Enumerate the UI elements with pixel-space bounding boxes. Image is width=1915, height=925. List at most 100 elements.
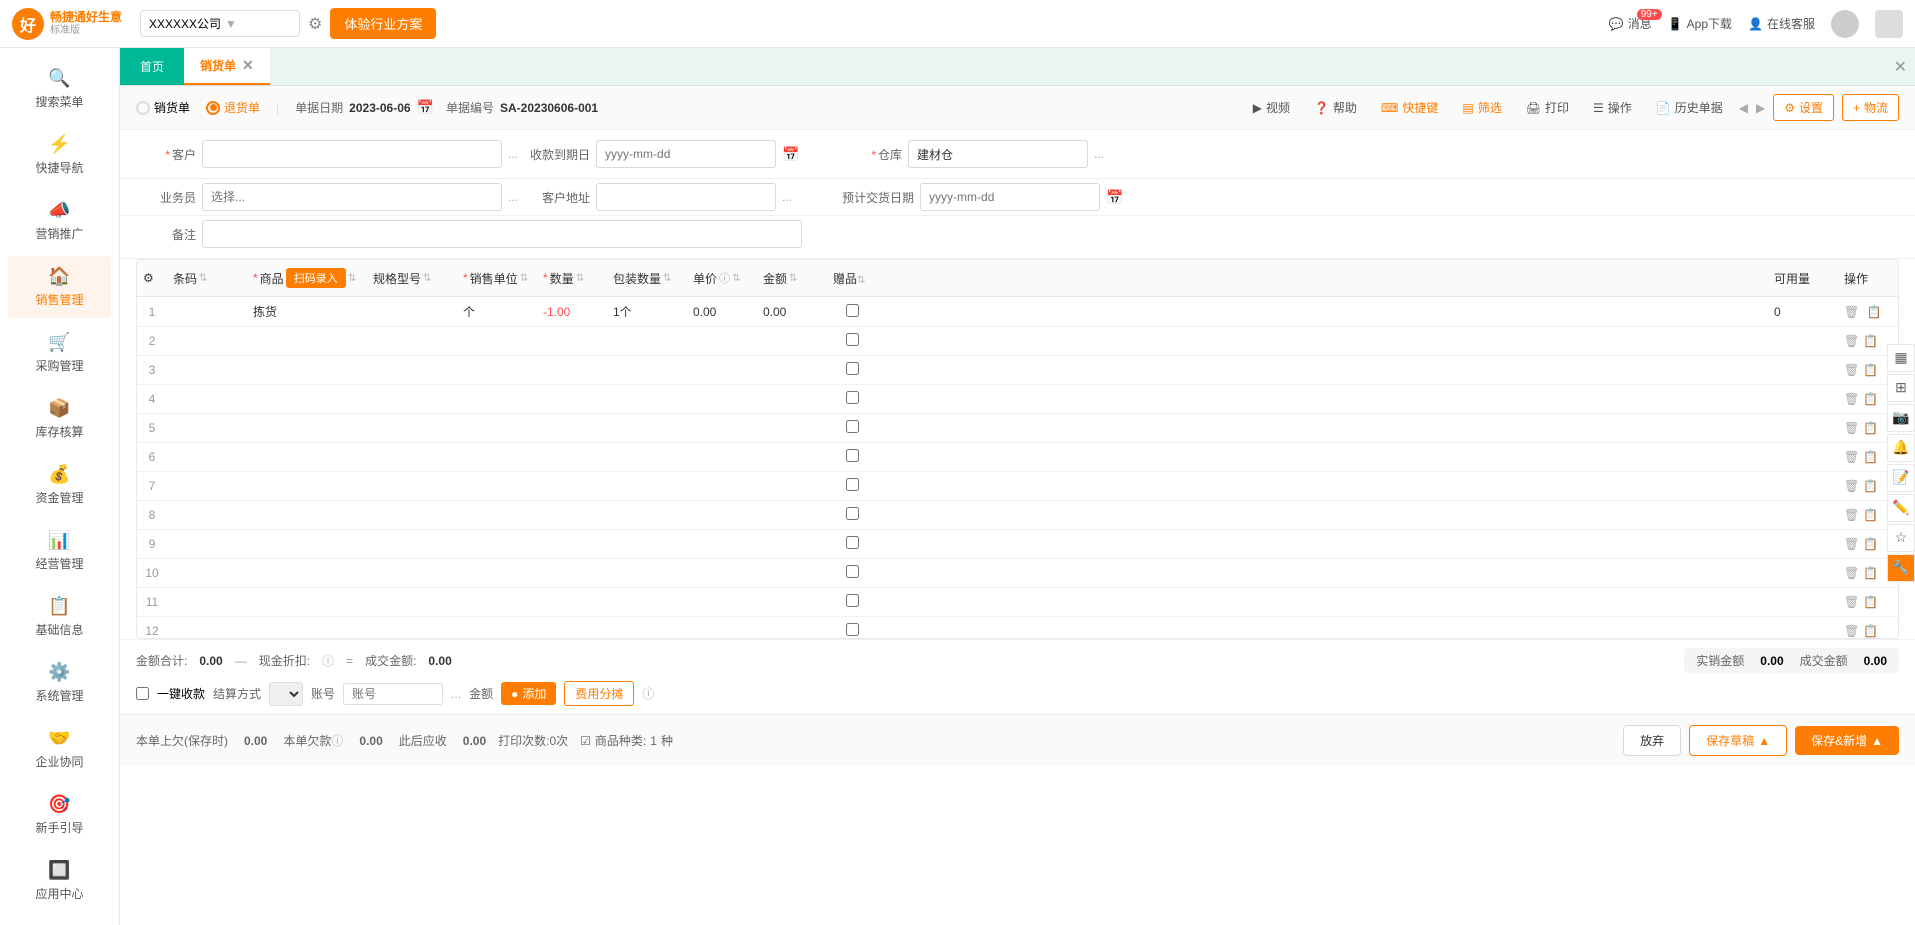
trial-button[interactable]: 体验行业方案 [330, 8, 436, 39]
payment-due-input[interactable] [596, 140, 776, 168]
row-gift[interactable] [827, 297, 877, 327]
sidebar-item-search[interactable]: 🔍 搜索菜单 [8, 58, 111, 120]
calendar-icon-delivery[interactable]: 📅 [1106, 189, 1123, 206]
copy-icon[interactable]: 📋 [1863, 479, 1878, 493]
sidebar-item-guide[interactable]: 🎯 新手引导 [8, 784, 111, 846]
app-download-btn[interactable]: 📱 App下载 [1668, 15, 1732, 32]
shortcut-btn[interactable]: ⌨ 快捷键 [1373, 95, 1446, 120]
sidebar-item-finance[interactable]: 💰 资金管理 [8, 454, 111, 516]
help-btn[interactable]: ❓ 帮助 [1306, 95, 1365, 120]
save-new-button[interactable]: 保存&新增 ▲ [1795, 726, 1899, 755]
copy-icon[interactable]: 📋 [1863, 334, 1878, 348]
row-remark[interactable] [877, 297, 1768, 327]
copy-icon[interactable]: 📋 [1863, 508, 1878, 522]
row-unit-price[interactable]: 0.00 [687, 297, 757, 327]
salesperson-input[interactable] [202, 183, 502, 211]
copy-icon[interactable]: 📋 [1863, 392, 1878, 406]
avatar[interactable] [1831, 10, 1859, 38]
warehouse-dots[interactable]: ... [1094, 147, 1104, 161]
dots-icon-account[interactable]: ... [451, 687, 461, 701]
customer-address-dots[interactable]: ... [782, 190, 792, 204]
warehouse-input[interactable] [908, 140, 1088, 168]
settlement-method-select[interactable] [269, 682, 303, 706]
right-tool-1[interactable]: ▦ [1887, 344, 1915, 372]
customer-input[interactable] [202, 140, 502, 168]
discount-info-icon[interactable]: ⓘ [322, 652, 334, 669]
tab-close-icon[interactable]: ✕ [242, 57, 254, 74]
sidebar-item-marketing[interactable]: 📣 营销推广 [8, 190, 111, 252]
customer-address-input[interactable] [596, 183, 776, 211]
radio-sales-order[interactable]: 销货单 [136, 99, 190, 116]
save-draft-button[interactable]: 保存草稿 ▲ [1689, 725, 1787, 756]
sidebar-item-inventory[interactable]: 📦 库存核算 [8, 388, 111, 450]
expense-button[interactable]: 费用分摊 [564, 681, 634, 706]
delete-icon[interactable]: 🗑 [1844, 363, 1859, 377]
expected-delivery-input[interactable] [920, 183, 1100, 211]
sidebar-item-app-center[interactable]: 🔲 应用中心 [8, 850, 111, 912]
nav-prev-icon[interactable]: ◀ [1739, 101, 1748, 115]
sidebar-item-cooperation[interactable]: 🤝 企业协同 [8, 718, 111, 780]
product-type-checkbox-icon[interactable]: ☑ [580, 734, 591, 748]
setup-button[interactable]: ⚙ 设置 [1773, 94, 1834, 121]
col-config[interactable]: ⚙ [137, 260, 167, 297]
delete-icon[interactable]: 🗑 [1844, 334, 1859, 348]
avatar-2[interactable] [1875, 10, 1903, 38]
abandon-button[interactable]: 放弃 [1623, 725, 1681, 756]
copy-icon[interactable]: 📋 [1863, 595, 1878, 609]
logistics-button[interactable]: + 物流 [1842, 94, 1899, 121]
sidebar-item-operations[interactable]: 📊 经营管理 [8, 520, 111, 582]
window-close-icon[interactable]: ✕ [1894, 59, 1907, 76]
row-quantity[interactable]: -1.00 [537, 297, 607, 327]
copy-icon[interactable]: 📋 [1863, 566, 1878, 580]
right-tool-4[interactable]: 🔔 [1887, 434, 1915, 462]
nav-next-icon[interactable]: ▶ [1756, 101, 1765, 115]
delete-icon[interactable]: 🗑 [1844, 595, 1859, 609]
row-amount[interactable]: 0.00 [757, 297, 827, 327]
order-owed-info[interactable]: ⓘ [331, 734, 343, 748]
right-tool-8[interactable]: 🔧 [1887, 554, 1915, 582]
one-click-payment-checkbox[interactable] [136, 687, 149, 700]
row-pack-qty[interactable]: 1个 [607, 297, 687, 327]
sidebar-item-system[interactable]: ⚙️ 系统管理 [8, 652, 111, 714]
delete-icon[interactable]: 🗑 [1844, 566, 1859, 580]
filter-btn[interactable]: ▤ 筛选 [1454, 95, 1509, 120]
sidebar-item-quick-nav[interactable]: ⚡ 快捷导航 [8, 124, 111, 186]
copy-icon[interactable]: 📋 [1863, 421, 1878, 435]
history-btn[interactable]: 📄 历史单据 [1648, 95, 1731, 120]
sidebar-item-enterprise-wechat[interactable]: 💬 企业微信 [8, 916, 111, 925]
operate-btn[interactable]: ☰ 操作 [1585, 95, 1640, 120]
row-product[interactable]: 拣货 [247, 297, 367, 327]
tab-sales-order[interactable]: 销货单 ✕ [184, 48, 270, 85]
right-tool-6[interactable]: ✏️ [1887, 494, 1915, 522]
right-tool-5[interactable]: 📝 [1887, 464, 1915, 492]
right-tool-2[interactable]: ⊞ [1887, 374, 1915, 402]
company-selector[interactable]: XXXXXX公司 ▼ [140, 10, 300, 37]
delete-icon[interactable]: 🗑 [1844, 479, 1859, 493]
message-btn[interactable]: 💬 消息 99+ [1609, 15, 1652, 32]
video-btn[interactable]: ▶ 视频 [1245, 95, 1298, 120]
delete-icon[interactable]: 🗑 [1844, 392, 1859, 406]
copy-icon[interactable]: 📋 [1863, 624, 1878, 638]
row-spec[interactable] [367, 297, 457, 327]
tab-home[interactable]: 首页 [120, 48, 184, 85]
calendar-icon-payment[interactable]: 📅 [782, 146, 799, 163]
copy-icon[interactable]: 📋 [1863, 537, 1878, 551]
gear-icon[interactable]: ⚙ [308, 14, 322, 34]
scan-button[interactable]: 扫码录入 [286, 268, 346, 288]
delete-icon[interactable]: 🗑 [1844, 421, 1859, 435]
row-barcode[interactable] [167, 297, 247, 327]
radio-return-order[interactable]: 退货单 [206, 99, 260, 116]
copy-icon[interactable]: 📋 [1863, 363, 1878, 377]
account-input[interactable] [343, 683, 443, 705]
calendar-icon-date[interactable]: 📅 [417, 99, 434, 116]
online-service-btn[interactable]: 👤 在线客服 [1748, 15, 1815, 32]
right-tool-7[interactable]: ☆ [1887, 524, 1915, 552]
delete-icon[interactable]: 🗑 [1844, 450, 1859, 464]
delete-icon[interactable]: 🗑 [1844, 624, 1859, 638]
sidebar-item-purchase[interactable]: 🛒 采购管理 [8, 322, 111, 384]
sidebar-item-sales[interactable]: 🏠 销售管理 [8, 256, 111, 318]
delete-icon[interactable]: 🗑 [1844, 537, 1859, 551]
copy-icon[interactable]: 📋 [1867, 305, 1882, 319]
delete-icon[interactable]: 🗑 [1844, 508, 1859, 522]
add-payment-button[interactable]: ● 添加 [501, 682, 556, 705]
